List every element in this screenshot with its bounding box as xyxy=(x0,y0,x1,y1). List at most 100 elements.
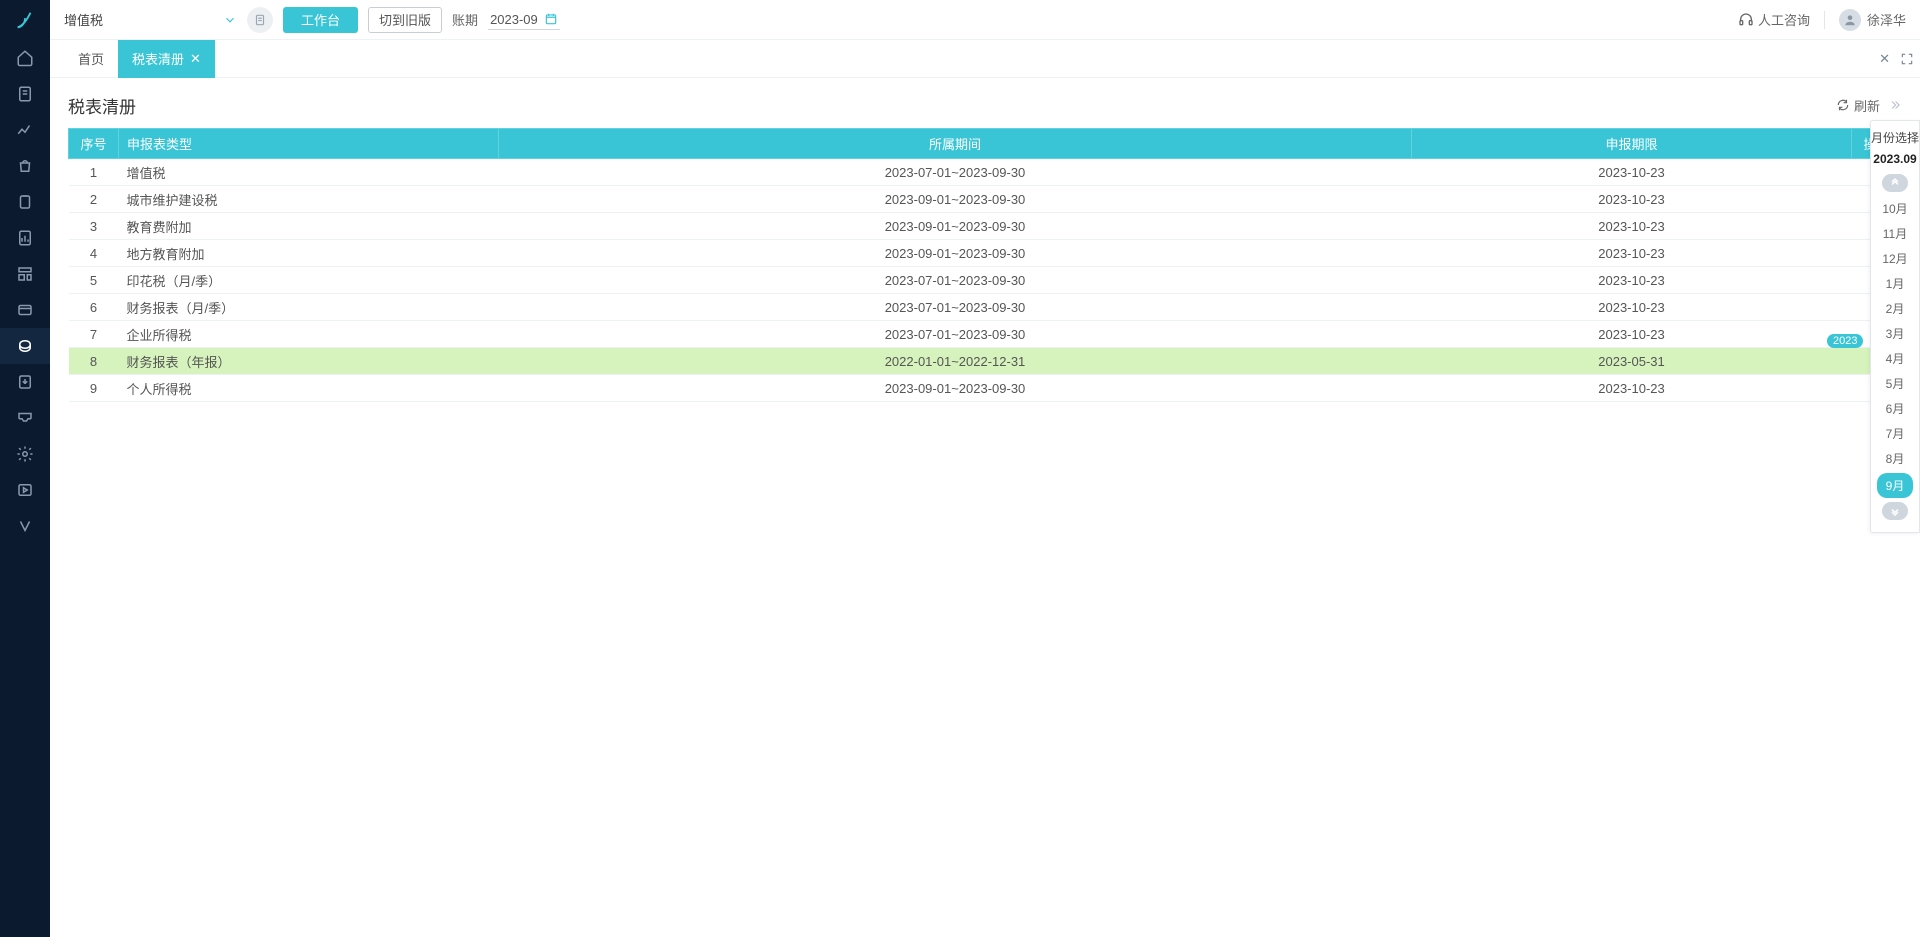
table-row[interactable]: 9个人所得税2023-09-01~2023-09-302023-10-23 xyxy=(69,375,1902,402)
cell-period: 2023-07-01~2023-09-30 xyxy=(499,159,1412,186)
th-seq: 序号 xyxy=(69,129,119,159)
cell-deadline: 2023-10-23 xyxy=(1412,375,1852,402)
month-item[interactable]: 6月 xyxy=(1871,396,1919,421)
workspace-button[interactable]: 工作台 xyxy=(283,7,358,33)
headset-icon xyxy=(1738,12,1754,28)
tax-table: 序号 申报表类型 所属期间 申报期限 操作 1增值税2023-07-01~202… xyxy=(68,128,1902,402)
avatar-icon xyxy=(1839,9,1861,31)
cell-seq: 7 xyxy=(69,321,119,348)
nav-tax[interactable] xyxy=(0,328,50,364)
table-row[interactable]: 4地方教育附加2023-09-01~2023-09-302023-10-23 xyxy=(69,240,1902,267)
collapse-panel-icon[interactable] xyxy=(1888,98,1902,112)
month-item[interactable]: 2月 xyxy=(1871,296,1919,321)
cell-period: 2023-09-01~2023-09-30 xyxy=(499,240,1412,267)
month-item[interactable]: 8月 xyxy=(1871,446,1919,471)
month-item[interactable]: 4月 xyxy=(1871,346,1919,371)
nav-settings[interactable] xyxy=(0,436,50,472)
cell-seq: 3 xyxy=(69,213,119,240)
user-menu[interactable]: 徐泽华 xyxy=(1839,9,1906,31)
main: 增值税 工作台 切到旧版 账期 2023-09 xyxy=(50,0,1920,937)
tax-type-value: 增值税 xyxy=(64,10,103,29)
nav-video[interactable] xyxy=(0,472,50,508)
cell-period: 2023-09-01~2023-09-30 xyxy=(499,186,1412,213)
sidebar xyxy=(0,0,50,937)
cell-type: 印花税（月/季） xyxy=(119,267,499,294)
month-item[interactable]: 9月 xyxy=(1877,473,1913,498)
close-icon[interactable]: ✕ xyxy=(190,51,201,67)
nav-export[interactable] xyxy=(0,364,50,400)
cell-deadline: 2023-05-31 xyxy=(1412,348,1852,375)
cell-deadline: 2023-10-23 xyxy=(1412,294,1852,321)
cell-period: 2023-07-01~2023-09-30 xyxy=(499,321,1412,348)
content: 税表清册 刷新 序号 申报表类型 所属期间 xyxy=(50,78,1920,937)
table-row[interactable]: 7企业所得税2023-07-01~2023-09-302023-10-23 xyxy=(69,321,1902,348)
nav-analytics[interactable] xyxy=(0,112,50,148)
cell-seq: 2 xyxy=(69,186,119,213)
cell-seq: 9 xyxy=(69,375,119,402)
tab-tax-register[interactable]: 税表清册 ✕ xyxy=(118,40,215,78)
table-row[interactable]: 2城市维护建设税2023-09-01~2023-09-302023-10-23 xyxy=(69,186,1902,213)
fullscreen-icon[interactable] xyxy=(1900,52,1914,66)
period-picker[interactable]: 2023-09 xyxy=(488,10,560,30)
cell-deadline: 2023-10-23 xyxy=(1412,267,1852,294)
nav-template[interactable] xyxy=(0,256,50,292)
th-type: 申报表类型 xyxy=(119,129,499,159)
month-item[interactable]: 7月 xyxy=(1871,421,1919,446)
cell-period: 2023-09-01~2023-09-30 xyxy=(499,213,1412,240)
close-all-icon[interactable]: ✕ xyxy=(1879,51,1890,67)
cell-seq: 6 xyxy=(69,294,119,321)
month-scroll-up-icon[interactable] xyxy=(1882,174,1908,192)
table-row[interactable]: 1增值税2023-07-01~2023-09-302023-10-23 xyxy=(69,159,1902,186)
cell-period: 2022-01-01~2022-12-31 xyxy=(499,348,1412,375)
cell-type: 财务报表（年报） xyxy=(119,348,499,375)
month-scroll-down-icon[interactable] xyxy=(1882,502,1908,520)
th-deadline: 申报期限 xyxy=(1412,129,1852,159)
cell-seq: 8 xyxy=(69,348,119,375)
chevron-down-icon xyxy=(223,13,237,27)
tabbar: 首页 税表清册 ✕ ✕ xyxy=(50,40,1920,78)
divider xyxy=(1824,11,1825,29)
consult-link[interactable]: 人工咨询 xyxy=(1738,10,1810,29)
nav-home[interactable] xyxy=(0,40,50,76)
month-item[interactable]: 1月 xyxy=(1871,271,1919,296)
topbar-right: 人工咨询 徐泽华 xyxy=(1738,9,1906,31)
refresh-button[interactable]: 刷新 xyxy=(1836,96,1880,115)
table-row[interactable]: 6财务报表（月/季）2023-07-01~2023-09-302023-10-2… xyxy=(69,294,1902,321)
table-row[interactable]: 5印花税（月/季）2023-07-01~2023-09-302023-10-23 xyxy=(69,267,1902,294)
month-item[interactable]: 10月 xyxy=(1871,196,1919,221)
username: 徐泽华 xyxy=(1867,10,1906,29)
cell-seq: 4 xyxy=(69,240,119,267)
month-item[interactable]: 11月 xyxy=(1871,221,1919,246)
nav-v[interactable] xyxy=(0,508,50,544)
period-value: 2023-09 xyxy=(490,12,538,27)
cell-seq: 5 xyxy=(69,267,119,294)
doc-quick-icon[interactable] xyxy=(247,7,273,33)
topbar: 增值税 工作台 切到旧版 账期 2023-09 xyxy=(50,0,1920,40)
switch-old-button[interactable]: 切到旧版 xyxy=(368,7,442,33)
nav-bag[interactable] xyxy=(0,148,50,184)
nav-clipboard[interactable] xyxy=(0,184,50,220)
page-title: 税表清册 xyxy=(68,93,136,118)
cell-deadline: 2023-10-23 xyxy=(1412,159,1852,186)
cell-deadline: 2023-10-23 xyxy=(1412,186,1852,213)
month-item[interactable]: 12月 xyxy=(1871,246,1919,271)
tab-home[interactable]: 首页 xyxy=(64,40,118,78)
cell-type: 增值税 xyxy=(119,159,499,186)
month-item[interactable]: 3月 xyxy=(1871,321,1919,346)
nav-inbox[interactable] xyxy=(0,400,50,436)
month-panel: 月份选择 2023.09 2023 10月11月12月1月2月3月4月5月6月7… xyxy=(1870,120,1920,533)
month-panel-year: 2023.09 xyxy=(1871,150,1919,170)
page-header: 税表清册 刷新 xyxy=(68,88,1902,122)
table-row[interactable]: 8财务报表（年报）2022-01-01~2022-12-312023-05-31 xyxy=(69,348,1902,375)
consult-label: 人工咨询 xyxy=(1758,10,1810,29)
nav-doc[interactable] xyxy=(0,76,50,112)
tab-home-label: 首页 xyxy=(78,49,104,68)
table-row[interactable]: 3教育费附加2023-09-01~2023-09-302023-10-23 xyxy=(69,213,1902,240)
nav-finance[interactable] xyxy=(0,292,50,328)
cell-type: 教育费附加 xyxy=(119,213,499,240)
tax-type-dropdown[interactable]: 增值税 xyxy=(64,10,237,29)
cell-type: 地方教育附加 xyxy=(119,240,499,267)
cell-type: 财务报表（月/季） xyxy=(119,294,499,321)
nav-report[interactable] xyxy=(0,220,50,256)
month-item[interactable]: 5月 xyxy=(1871,371,1919,396)
